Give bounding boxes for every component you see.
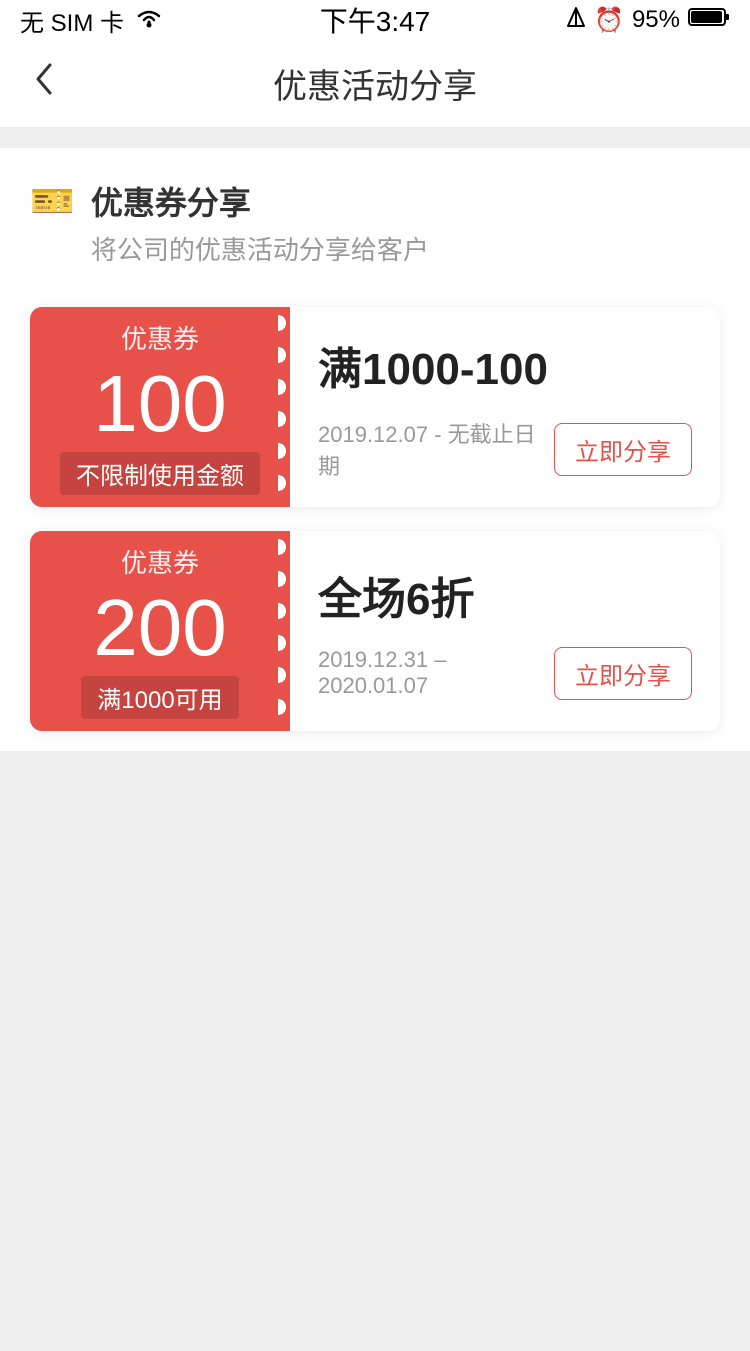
coupon-label-1: 优惠券 <box>121 319 199 356</box>
carrier-text: 无 SIM 卡 <box>20 3 124 38</box>
nav-bar: 优惠活动分享 <box>0 40 750 128</box>
coupon-condition-1: 不限制使用金额 <box>60 452 260 495</box>
section-info: 优惠券分享 将公司的优惠活动分享给客户 <box>91 178 429 267</box>
section-title: 优惠券分享 <box>91 178 429 224</box>
coupon-left-2: 优惠券 200 满1000可用 <box>30 531 290 731</box>
coupon-date-2: 2019.12.31 – 2020.01.07 <box>318 647 554 699</box>
status-time: 下午3:47 <box>320 0 431 40</box>
alarm-icon: ⏰ <box>594 6 624 35</box>
coupon-card: 优惠券 100 不限制使用金额 满1000-100 2019.12.07 - 无… <box>30 307 720 507</box>
coupon-title-1: 满1000-100 <box>318 333 692 397</box>
battery-text: 95% <box>632 6 680 34</box>
status-right: ⏰ 95% <box>566 6 730 35</box>
share-button-2[interactable]: 立即分享 <box>554 647 692 700</box>
coupon-right-2: 全场6折 2019.12.31 – 2020.01.07 立即分享 <box>290 531 720 731</box>
battery-icon <box>688 6 730 35</box>
coupon-bottom-1: 2019.12.07 - 无截止日期 立即分享 <box>318 417 692 481</box>
coupon-amount-1: 100 <box>93 364 226 444</box>
coupon-icon: 🎫 <box>30 180 75 222</box>
coupon-card-2: 优惠券 200 满1000可用 全场6折 2019.12.31 – 2020.0… <box>30 531 720 731</box>
coupon-right-1: 满1000-100 2019.12.07 - 无截止日期 立即分享 <box>290 307 720 507</box>
status-left: 无 SIM 卡 <box>20 3 164 38</box>
page-title: 优惠活动分享 <box>273 59 477 108</box>
location-icon <box>566 6 586 35</box>
share-button-1[interactable]: 立即分享 <box>554 423 692 476</box>
bottom-empty-area <box>0 751 750 1351</box>
coupon-left-1: 优惠券 100 不限制使用金额 <box>30 307 290 507</box>
coupon-list: 优惠券 100 不限制使用金额 满1000-100 2019.12.07 - 无… <box>0 287 750 751</box>
back-button[interactable] <box>30 57 58 110</box>
coupon-date-1: 2019.12.07 - 无截止日期 <box>318 417 554 481</box>
status-bar: 无 SIM 卡 下午3:47 ⏰ 95% <box>0 0 750 40</box>
coupon-bottom-2: 2019.12.31 – 2020.01.07 立即分享 <box>318 647 692 700</box>
separator-top <box>0 128 750 148</box>
coupon-amount-2: 200 <box>93 588 226 668</box>
wifi-icon <box>134 6 164 35</box>
coupon-label-2: 优惠券 <box>121 543 199 580</box>
coupon-condition-2: 满1000可用 <box>81 676 238 719</box>
coupon-title-2: 全场6折 <box>318 563 692 627</box>
section-subtitle: 将公司的优惠活动分享给客户 <box>91 230 429 267</box>
section-header: 🎫 优惠券分享 将公司的优惠活动分享给客户 <box>0 148 750 287</box>
